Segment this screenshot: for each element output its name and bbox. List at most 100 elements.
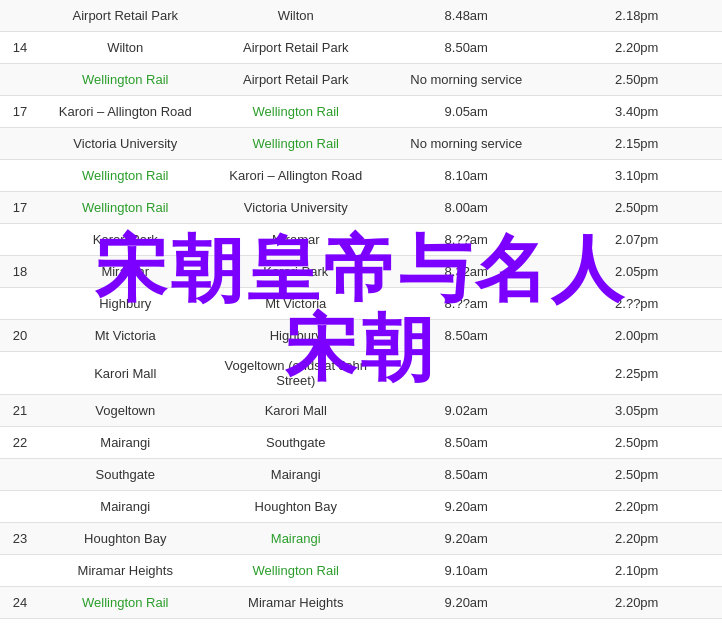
route-number: 23 — [0, 525, 40, 552]
afternoon-time: 2.18pm — [552, 2, 723, 29]
afternoon-time: 2.??pm — [552, 290, 723, 317]
morning-time: 8.50am — [381, 461, 552, 488]
morning-time: 8.??am — [381, 226, 552, 253]
afternoon-time: 2.20pm — [552, 589, 723, 616]
from-stop: Mt Victoria — [40, 322, 211, 349]
table-row: Victoria UniversityWellington RailNo mor… — [0, 128, 722, 160]
afternoon-time: 2.15pm — [552, 130, 723, 157]
to-stop: Mairangi — [211, 461, 382, 488]
from-stop: Houghton Bay — [40, 525, 211, 552]
afternoon-time: 2.50pm — [552, 66, 723, 93]
morning-time: 9.10am — [381, 557, 552, 584]
to-stop: Wellington Rail — [211, 98, 382, 125]
to-stop: Miramar Heights — [211, 589, 382, 616]
to-stop: Karori – Allington Road — [211, 162, 382, 189]
from-stop: Airport Retail Park — [40, 2, 211, 29]
table-row: Miramar HeightsWellington Rail9.10am2.10… — [0, 555, 722, 587]
afternoon-time: 2.00pm — [552, 322, 723, 349]
route-number: 22 — [0, 429, 40, 456]
to-stop: Karori Park — [211, 258, 382, 285]
morning-time: No morning service — [381, 130, 552, 157]
morning-time: 9.20am — [381, 589, 552, 616]
morning-time — [381, 367, 552, 379]
from-stop: Miramar — [40, 258, 211, 285]
to-stop: Mt Victoria — [211, 290, 382, 317]
to-stop: Mairangi — [211, 525, 382, 552]
route-number — [0, 298, 40, 310]
morning-time: 8.10am — [381, 162, 552, 189]
morning-time: 8.00am — [381, 194, 552, 221]
table-row: Karori ParkMiramar8.??am2.07pm — [0, 224, 722, 256]
route-number — [0, 565, 40, 577]
morning-time: No morning service — [381, 66, 552, 93]
to-stop: Airport Retail Park — [211, 66, 382, 93]
table-row: 24Wellington RailMiramar Heights9.20am2.… — [0, 587, 722, 619]
route-number — [0, 138, 40, 150]
from-stop: Vogeltown — [40, 397, 211, 424]
afternoon-time: 3.05pm — [552, 397, 723, 424]
route-number — [0, 170, 40, 182]
to-stop: Miramar — [211, 226, 382, 253]
from-stop: Karori – Allington Road — [40, 98, 211, 125]
to-stop: Airport Retail Park — [211, 34, 382, 61]
afternoon-time: 2.50pm — [552, 429, 723, 456]
afternoon-time: 2.20pm — [552, 493, 723, 520]
morning-time: 8.48am — [381, 2, 552, 29]
afternoon-time: 2.50pm — [552, 461, 723, 488]
from-stop: Miramar Heights — [40, 557, 211, 584]
table-row: Airport Retail ParkWilton8.48am2.18pm — [0, 0, 722, 32]
to-stop: Houghton Bay — [211, 493, 382, 520]
from-stop: Karori Mall — [40, 360, 211, 387]
afternoon-time: 3.10pm — [552, 162, 723, 189]
route-number: 17 — [0, 98, 40, 125]
table-row: 23Houghton BayMairangi9.20am2.20pm — [0, 523, 722, 555]
table-row: 21VogeltownKarori Mall9.02am3.05pm — [0, 395, 722, 427]
table-row: 17Karori – Allington RoadWellington Rail… — [0, 96, 722, 128]
to-stop: Wilton — [211, 2, 382, 29]
route-number: 17 — [0, 194, 40, 221]
to-stop: Southgate — [211, 429, 382, 456]
to-stop: Wellington Rail — [211, 130, 382, 157]
table-row: SouthgateMairangi8.50am2.50pm — [0, 459, 722, 491]
morning-time: 8.??am — [381, 290, 552, 317]
morning-time: 8.50am — [381, 34, 552, 61]
table-row: 14WiltonAirport Retail Park8.50am2.20pm — [0, 32, 722, 64]
route-number — [0, 74, 40, 86]
morning-time: 8.32am — [381, 258, 552, 285]
morning-time: 8.50am — [381, 429, 552, 456]
table-row: 22MairangiSouthgate8.50am2.50pm — [0, 427, 722, 459]
afternoon-time: 2.07pm — [552, 226, 723, 253]
morning-time: 8.50am — [381, 322, 552, 349]
route-number: 20 — [0, 322, 40, 349]
morning-time: 9.20am — [381, 493, 552, 520]
afternoon-time: 2.10pm — [552, 557, 723, 584]
from-stop: Karori Park — [40, 226, 211, 253]
to-stop: Vogeltown (ends at John Street) — [211, 352, 382, 394]
route-number: 18 — [0, 258, 40, 285]
from-stop: Mairangi — [40, 429, 211, 456]
to-stop: Wellington Rail — [211, 557, 382, 584]
afternoon-time: 2.20pm — [552, 525, 723, 552]
table-row: 20Mt VictoriaHighbury8.50am2.00pm — [0, 320, 722, 352]
afternoon-time: 2.25pm — [552, 360, 723, 387]
timetable: Airport Retail ParkWilton8.48am2.18pm14W… — [0, 0, 722, 619]
route-number: 14 — [0, 34, 40, 61]
route-number: 24 — [0, 589, 40, 616]
table-row: MairangiHoughton Bay9.20am2.20pm — [0, 491, 722, 523]
route-number: 21 — [0, 397, 40, 424]
route-number — [0, 501, 40, 513]
afternoon-time: 2.05pm — [552, 258, 723, 285]
from-stop: Wellington Rail — [40, 589, 211, 616]
afternoon-time: 2.50pm — [552, 194, 723, 221]
to-stop: Victoria University — [211, 194, 382, 221]
table-row: Wellington RailKarori – Allington Road8.… — [0, 160, 722, 192]
route-number — [0, 469, 40, 481]
to-stop: Highbury — [211, 322, 382, 349]
to-stop: Karori Mall — [211, 397, 382, 424]
morning-time: 9.05am — [381, 98, 552, 125]
from-stop: Highbury — [40, 290, 211, 317]
from-stop: Wilton — [40, 34, 211, 61]
from-stop: Southgate — [40, 461, 211, 488]
morning-time: 9.02am — [381, 397, 552, 424]
route-number — [0, 367, 40, 379]
